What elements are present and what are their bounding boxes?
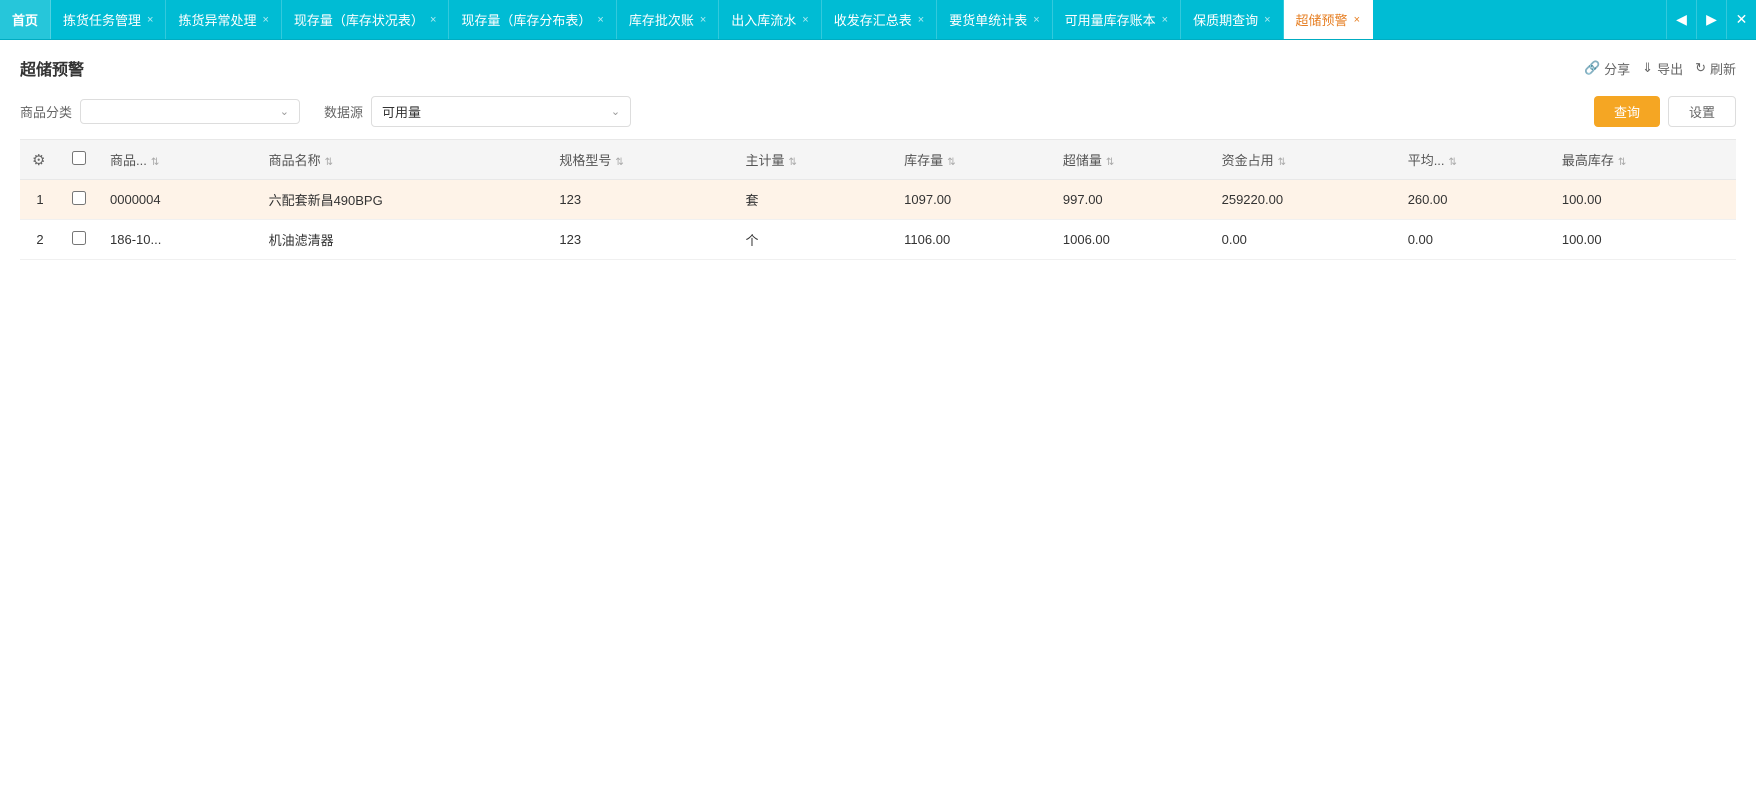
close-icon[interactable]: × [1354, 14, 1360, 26]
filter-actions: 查询 设置 [1594, 96, 1736, 127]
export-button[interactable]: ⇓ 导出 [1642, 59, 1683, 78]
row-spec: 123 [547, 180, 733, 220]
nav-arrows: ◀ ▶ ✕ [1666, 0, 1756, 39]
category-label: 商品分类 [20, 102, 72, 121]
nav-tab-9[interactable]: 保质期查询× [1181, 0, 1283, 39]
close-icon[interactable]: × [700, 14, 706, 26]
close-icon[interactable]: × [597, 14, 603, 26]
nav-home[interactable]: 首页 [0, 0, 51, 39]
export-icon: ⇓ [1642, 60, 1653, 76]
col-stock[interactable]: 库存量⇅ [892, 140, 1051, 180]
chevron-down-icon-2: ⌄ [611, 105, 620, 118]
category-select[interactable]: ⌄ [80, 99, 300, 124]
nav-arrow-left[interactable]: ◀ [1666, 0, 1696, 39]
share-icon: 🔗 [1584, 60, 1600, 76]
close-icon[interactable]: × [262, 14, 268, 26]
close-icon[interactable]: × [802, 14, 808, 26]
refresh-icon: ↻ [1695, 60, 1706, 76]
row-stock: 1106.00 [892, 220, 1051, 260]
row-overstock: 997.00 [1051, 180, 1210, 220]
top-navigation: 首页 拣货任务管理×拣货异常处理×现存量（库存状况表）×现存量（库存分布表）×库… [0, 0, 1756, 40]
close-icon[interactable]: × [430, 14, 436, 26]
nav-tab-6[interactable]: 收发存汇总表× [822, 0, 937, 39]
close-icon[interactable]: × [1033, 14, 1039, 26]
page-header: 超储预警 🔗 分享 ⇓ 导出 ↻ 刷新 [20, 56, 1736, 80]
row-unit: 套 [733, 180, 892, 220]
col-name[interactable]: 商品名称⇅ [257, 140, 548, 180]
close-icon[interactable]: × [918, 14, 924, 26]
row-capital: 0.00 [1210, 220, 1396, 260]
nav-tab-10[interactable]: 超储预警× [1284, 0, 1373, 39]
datasource-select-value: 可用量 [382, 102, 421, 121]
table-row: 2 186-10... 机油滤清器 123 个 1106.00 1006.00 … [20, 220, 1736, 260]
row-checkbox-cell[interactable] [60, 220, 98, 260]
row-avg: 0.00 [1396, 220, 1550, 260]
row-overstock: 1006.00 [1051, 220, 1210, 260]
table-header-row: ⚙ 商品...⇅ 商品名称⇅ 规格型号⇅ 主计量⇅ 库存量⇅ [20, 140, 1736, 180]
row-number: 2 [20, 220, 60, 260]
nav-tab-3[interactable]: 现存量（库存分布表）× [449, 0, 616, 39]
row-stock: 1097.00 [892, 180, 1051, 220]
row-number: 1 [20, 180, 60, 220]
datasource-select[interactable]: 可用量 ⌄ [371, 96, 631, 127]
row-checkbox[interactable] [72, 231, 86, 245]
close-icon[interactable]: × [1264, 14, 1270, 26]
gear-icon: ⚙ [32, 152, 45, 169]
col-spec[interactable]: 规格型号⇅ [547, 140, 733, 180]
col-unit[interactable]: 主计量⇅ [733, 140, 892, 180]
nav-tab-1[interactable]: 拣货异常处理× [166, 0, 281, 39]
row-name: 六配套新昌490BPG [257, 180, 548, 220]
header-actions: 🔗 分享 ⇓ 导出 ↻ 刷新 [1584, 59, 1736, 78]
table-row: 1 0000004 六配套新昌490BPG 123 套 1097.00 997.… [20, 180, 1736, 220]
row-code: 0000004 [98, 180, 257, 220]
col-code[interactable]: 商品...⇅ [98, 140, 257, 180]
category-filter: 商品分类 ⌄ [20, 99, 300, 124]
nav-tab-2[interactable]: 现存量（库存状况表）× [282, 0, 449, 39]
datasource-label: 数据源 [324, 102, 363, 121]
row-checkbox[interactable] [72, 191, 86, 205]
row-unit: 个 [733, 220, 892, 260]
data-table: ⚙ 商品...⇅ 商品名称⇅ 规格型号⇅ 主计量⇅ 库存量⇅ [20, 139, 1736, 260]
nav-tab-5[interactable]: 出入库流水× [719, 0, 821, 39]
datasource-filter: 数据源 可用量 ⌄ [324, 96, 631, 127]
select-all-checkbox[interactable] [72, 151, 86, 165]
nav-tab-4[interactable]: 库存批次账× [617, 0, 719, 39]
query-button[interactable]: 查询 [1594, 96, 1660, 127]
row-name: 机油滤清器 [257, 220, 548, 260]
nav-tab-0[interactable]: 拣货任务管理× [51, 0, 166, 39]
nav-arrow-right[interactable]: ▶ [1696, 0, 1726, 39]
row-capital: 259220.00 [1210, 180, 1396, 220]
row-max-stock: 100.00 [1550, 220, 1736, 260]
table-checkbox-header[interactable] [60, 140, 98, 180]
row-spec: 123 [547, 220, 733, 260]
col-overstock[interactable]: 超储量⇅ [1051, 140, 1210, 180]
col-max-stock[interactable]: 最高库存⇅ [1550, 140, 1736, 180]
nav-tab-8[interactable]: 可用量库存账本× [1053, 0, 1181, 39]
row-checkbox-cell[interactable] [60, 180, 98, 220]
row-max-stock: 100.00 [1550, 180, 1736, 220]
share-button[interactable]: 🔗 分享 [1584, 59, 1630, 78]
table-settings-header[interactable]: ⚙ [20, 140, 60, 180]
page-content: 超储预警 🔗 分享 ⇓ 导出 ↻ 刷新 商品分类 ⌄ 数据源 [0, 40, 1756, 800]
close-icon[interactable]: × [1162, 14, 1168, 26]
row-code: 186-10... [98, 220, 257, 260]
chevron-down-icon: ⌄ [280, 105, 289, 118]
close-icon[interactable]: × [147, 14, 153, 26]
nav-arrow-close[interactable]: ✕ [1726, 0, 1756, 39]
page-title: 超储预警 [20, 56, 84, 80]
col-avg[interactable]: 平均...⇅ [1396, 140, 1550, 180]
row-avg: 260.00 [1396, 180, 1550, 220]
nav-tab-7[interactable]: 要货单统计表× [937, 0, 1052, 39]
filter-bar: 商品分类 ⌄ 数据源 可用量 ⌄ 查询 设置 [20, 96, 1736, 127]
settings-button[interactable]: 设置 [1668, 96, 1736, 127]
col-capital[interactable]: 资金占用⇅ [1210, 140, 1396, 180]
refresh-button[interactable]: ↻ 刷新 [1695, 59, 1736, 78]
